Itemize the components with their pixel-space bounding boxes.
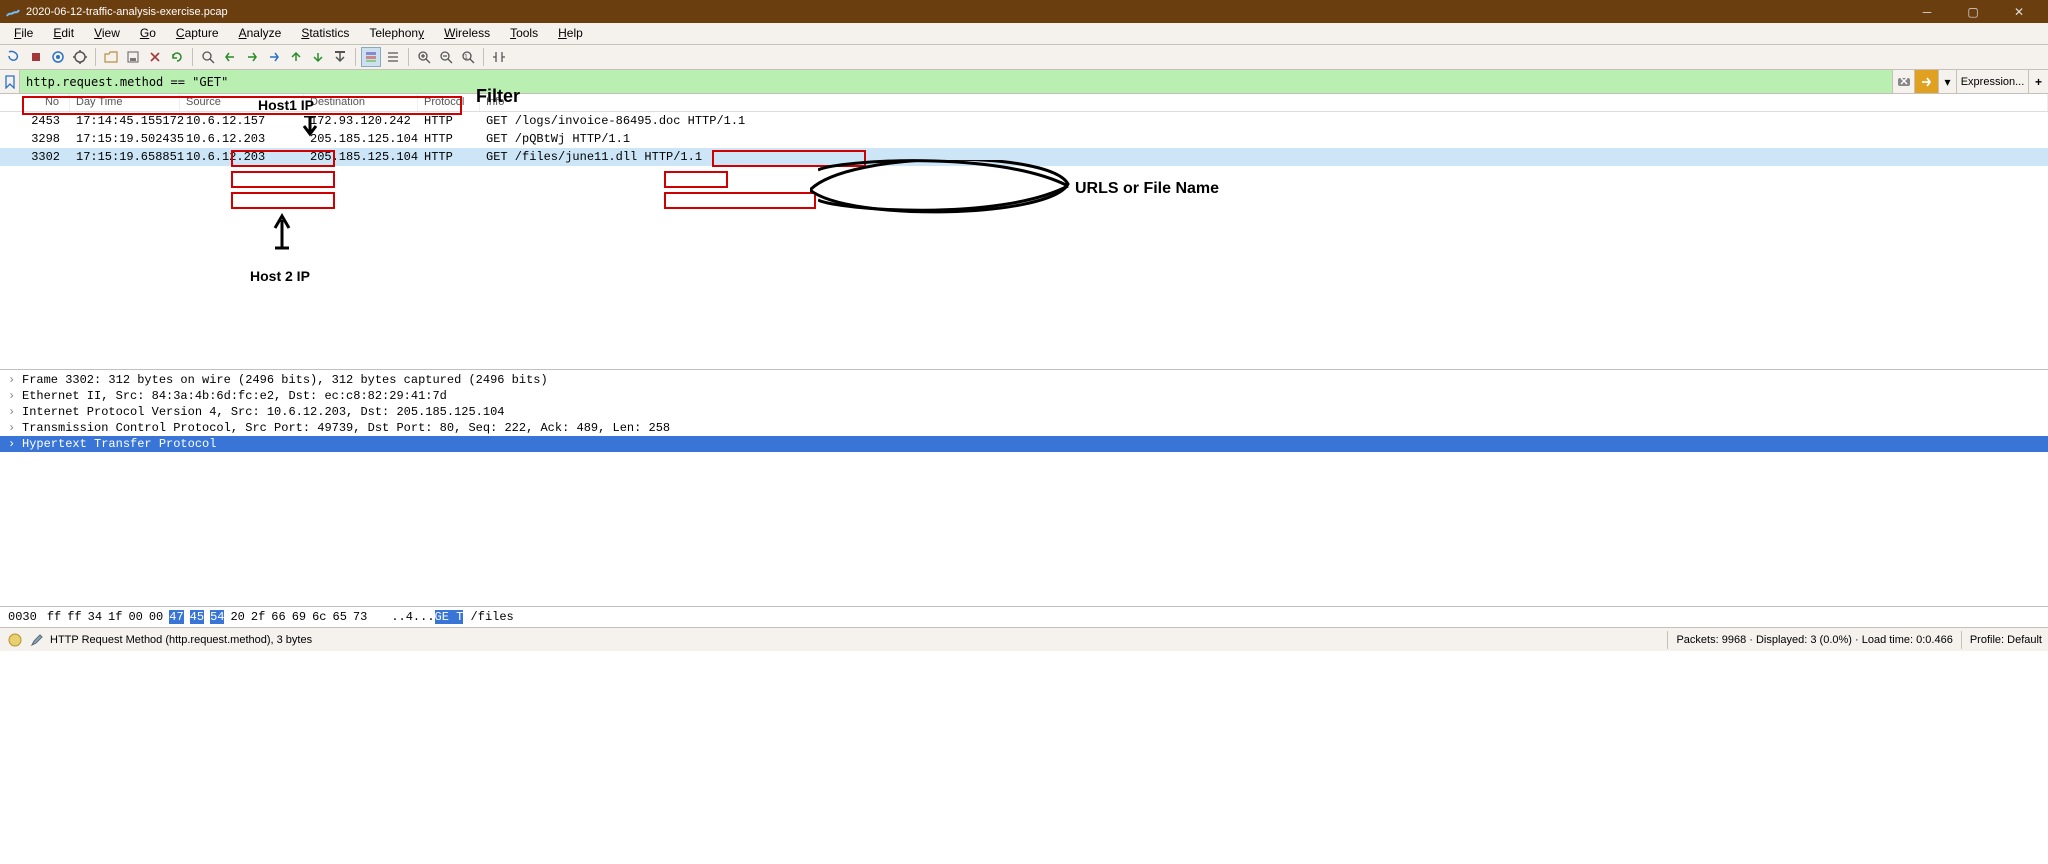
go-first-icon[interactable] <box>286 47 306 67</box>
packet-row[interactable]: 330217:15:19.65885110.6.12.203205.185.12… <box>0 148 2048 166</box>
window-title: 2020-06-12-traffic-analysis-exercise.pca… <box>26 6 1904 18</box>
packet-row[interactable]: 245317:14:45.15517210.6.12.157172.93.120… <box>0 112 2048 130</box>
hex-byte[interactable]: 6c <box>312 610 326 624</box>
close-file-icon[interactable] <box>145 47 165 67</box>
status-profile[interactable]: Profile: Default <box>1970 634 2042 646</box>
display-filter-bar: ▾ Expression... + <box>0 70 2048 94</box>
hex-byte[interactable]: 00 <box>128 610 142 624</box>
status-bar: HTTP Request Method (http.request.method… <box>0 627 2048 651</box>
hex-byte[interactable]: 65 <box>333 610 347 624</box>
hex-byte[interactable]: ff <box>67 610 81 624</box>
hex-byte[interactable]: 00 <box>149 610 163 624</box>
menu-bar: File Edit View Go Capture Analyze Statis… <box>0 23 2048 45</box>
capture-options-icon[interactable] <box>70 47 90 67</box>
zoom-reset-icon[interactable]: 1 <box>458 47 478 67</box>
packet-bytes-pane[interactable]: 0030 ffff 34 1f 00 00 47 45 54 20 2f 66 69 6c 65 73 ..… <box>0 606 2048 627</box>
go-forward-icon[interactable] <box>242 47 262 67</box>
title-bar: 2020-06-12-traffic-analysis-exercise.pca… <box>0 0 2048 23</box>
menu-analyze[interactable]: Analyze <box>229 23 292 44</box>
hex-byte[interactable]: 66 <box>271 610 285 624</box>
hex-byte[interactable]: ff <box>47 610 61 624</box>
clear-filter-icon[interactable] <box>1892 70 1914 93</box>
detail-line[interactable]: Frame 3302: 312 bytes on wire (2496 bits… <box>0 372 2048 388</box>
menu-edit[interactable]: Edit <box>43 23 84 44</box>
hex-byte[interactable]: 73 <box>353 610 367 624</box>
menu-capture[interactable]: Capture <box>166 23 229 44</box>
go-to-packet-icon[interactable] <box>264 47 284 67</box>
hex-byte[interactable]: 1f <box>108 610 122 624</box>
toggle-details-icon[interactable] <box>383 47 403 67</box>
menu-file[interactable]: File <box>4 23 43 44</box>
hex-byte[interactable]: 47 <box>169 610 183 624</box>
menu-tools[interactable]: Tools <box>500 23 548 44</box>
resize-columns-icon[interactable] <box>489 47 509 67</box>
menu-statistics[interactable]: Statistics <box>291 23 359 44</box>
stop-capture-icon[interactable] <box>26 47 46 67</box>
packet-list-header[interactable]: No Day Time Source Destination Protocol … <box>0 94 2048 112</box>
hex-byte[interactable]: 54 <box>210 610 224 624</box>
expression-button[interactable]: Expression... <box>1956 70 2028 93</box>
detail-line[interactable]: Ethernet II, Src: 84:3a:4b:6d:fc:e2, Dst… <box>0 388 2048 404</box>
zoom-out-icon[interactable] <box>436 47 456 67</box>
menu-wireless[interactable]: Wireless <box>434 23 500 44</box>
hex-byte[interactable]: 2f <box>251 610 265 624</box>
find-packet-icon[interactable] <box>198 47 218 67</box>
packet-row[interactable]: 329817:15:19.50243510.6.12.203205.185.12… <box>0 130 2048 148</box>
open-file-icon[interactable] <box>101 47 121 67</box>
restart-capture-icon[interactable] <box>48 47 68 67</box>
reload-file-icon[interactable] <box>167 47 187 67</box>
col-header-no[interactable]: No <box>0 94 70 111</box>
wireshark-icon <box>6 5 20 19</box>
filter-bookmark-icon[interactable] <box>0 70 20 93</box>
menu-help[interactable]: Help <box>548 23 593 44</box>
col-header-daytime[interactable]: Day Time <box>70 94 180 111</box>
detail-line[interactable]: Transmission Control Protocol, Src Port:… <box>0 420 2048 436</box>
edit-capture-comment-icon[interactable] <box>28 631 46 649</box>
col-header-destination[interactable]: Destination <box>304 94 418 111</box>
go-back-icon[interactable] <box>220 47 240 67</box>
status-packet-counts: Packets: 9968 · Displayed: 3 (0.0%) · Lo… <box>1676 634 1952 646</box>
svg-text:1: 1 <box>464 54 468 61</box>
minimize-button[interactable]: ─ <box>1904 0 1950 23</box>
zoom-in-icon[interactable] <box>414 47 434 67</box>
display-filter-input[interactable] <box>20 70 1892 93</box>
hex-offset: 0030 <box>8 610 37 624</box>
filter-history-dropdown[interactable]: ▾ <box>1938 70 1956 93</box>
status-field-info: HTTP Request Method (http.request.method… <box>50 634 312 646</box>
packet-list-pane[interactable]: No Day Time Source Destination Protocol … <box>0 94 2048 369</box>
menu-telephony[interactable]: Telephony <box>359 23 434 44</box>
menu-view[interactable]: View <box>84 23 130 44</box>
main-toolbar: 1 <box>0 45 2048 70</box>
auto-scroll-icon[interactable] <box>330 47 350 67</box>
col-header-source[interactable]: Source <box>180 94 304 111</box>
hex-byte[interactable]: 34 <box>88 610 102 624</box>
col-header-protocol[interactable]: Protocol <box>418 94 480 111</box>
go-last-icon[interactable] <box>308 47 328 67</box>
apply-filter-icon[interactable] <box>1914 70 1938 93</box>
add-filter-button[interactable]: + <box>2028 70 2048 93</box>
start-capture-icon[interactable] <box>4 47 24 67</box>
maximize-button[interactable]: ▢ <box>1950 0 1996 23</box>
close-button[interactable]: ✕ <box>1996 0 2042 23</box>
menu-go[interactable]: Go <box>130 23 166 44</box>
save-file-icon[interactable] <box>123 47 143 67</box>
hex-byte[interactable]: 69 <box>292 610 306 624</box>
hex-byte[interactable]: 45 <box>190 610 204 624</box>
colorize-icon[interactable] <box>361 47 381 67</box>
col-header-info[interactable]: Info <box>480 94 2048 111</box>
hex-byte[interactable]: 20 <box>230 610 244 624</box>
hex-ascii: ..4...GE T /files <box>391 610 513 624</box>
detail-line[interactable]: Internet Protocol Version 4, Src: 10.6.1… <box>0 404 2048 420</box>
detail-line[interactable]: Hypertext Transfer Protocol <box>0 436 2048 452</box>
expert-info-icon[interactable] <box>6 631 24 649</box>
packet-details-pane[interactable]: Frame 3302: 312 bytes on wire (2496 bits… <box>0 369 2048 606</box>
